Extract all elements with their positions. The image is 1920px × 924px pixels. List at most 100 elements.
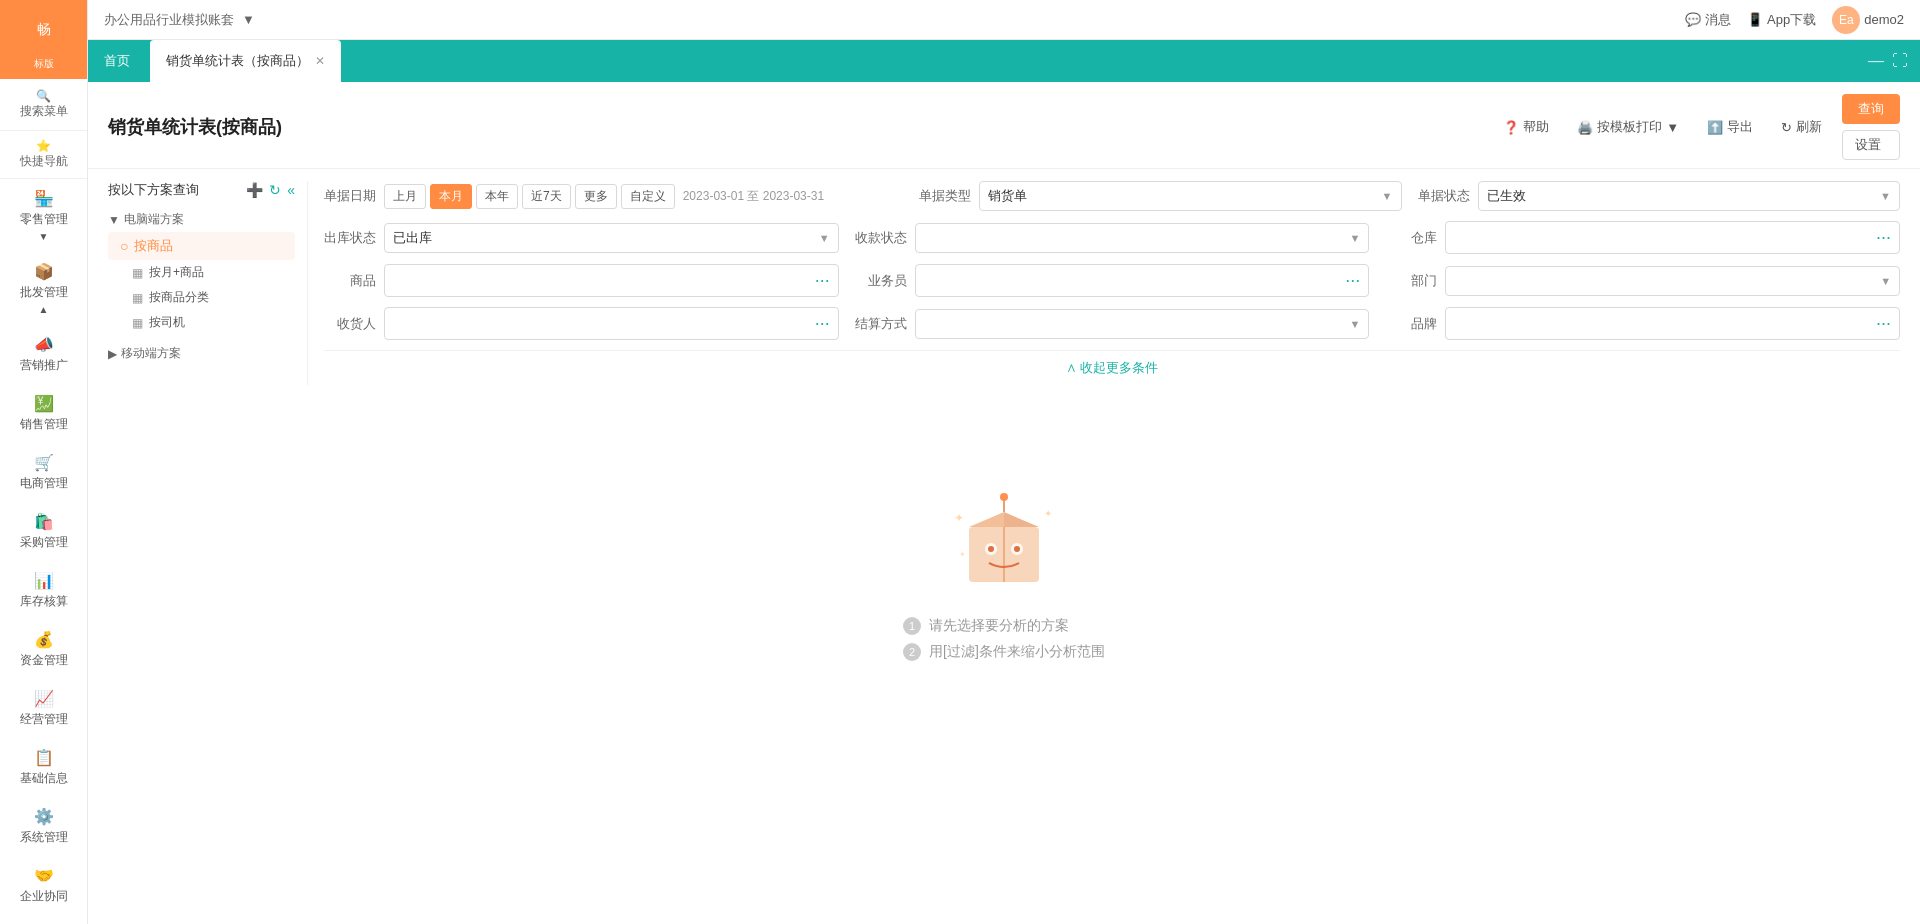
sidebar-item-sales[interactable]: 💹 销售管理	[16, 384, 72, 443]
sidebar-item-finance[interactable]: 💰 资金管理	[16, 620, 72, 679]
filter-layout: 按以下方案查询 ➕ ↻ « ▼ 电脑端方案	[108, 181, 1900, 385]
salesperson-more-icon[interactable]: ···	[1345, 270, 1360, 291]
sidebar-item-marketing[interactable]: 📣 营销推广	[16, 325, 72, 384]
svg-text:✦: ✦	[959, 550, 966, 559]
receiver-select[interactable]: ···	[384, 307, 839, 340]
doc-status-select[interactable]: 已生效 ▼	[1478, 181, 1901, 211]
settings-btn[interactable]: 设置	[1842, 130, 1900, 160]
query-btn[interactable]: 查询	[1842, 94, 1900, 124]
scheme-item-3[interactable]: ▦ 按司机	[108, 310, 295, 335]
export-label: 导出	[1727, 118, 1753, 136]
tab-close-icon[interactable]: ✕	[315, 54, 325, 68]
user-info[interactable]: Ea demo2	[1832, 6, 1904, 34]
collapse-more-btn[interactable]: ∧ 收起更多条件	[324, 350, 1900, 385]
filter-row-3: 商品 ··· 业务员 ···	[324, 264, 1900, 297]
date-label: 单据日期	[324, 187, 384, 205]
sidebar-logo[interactable]: 畅 标版	[0, 0, 87, 79]
avatar-text: Ea	[1839, 13, 1854, 27]
collect-status-label: 收款状态	[855, 229, 915, 247]
scheme-collapse-icon[interactable]: «	[287, 182, 295, 198]
warehouse-select[interactable]: ···	[1445, 221, 1900, 254]
scheme-add-icon[interactable]: ➕	[246, 182, 263, 198]
sidebar-menu: 🏪 零售管理 ▼ 📦 批发管理 ▲ 📣 营销推广 💹 销售管理 🛒 电商管理 🛍…	[16, 179, 72, 924]
scheme-refresh-icon[interactable]: ↻	[269, 182, 281, 198]
settlement-field: 结算方式 ▼	[855, 309, 1370, 339]
svg-text:✦: ✦	[1044, 508, 1052, 519]
doc-type-select[interactable]: 销货单 ▼	[979, 181, 1402, 211]
sidebar-item-purchase[interactable]: 🛍️ 采购管理	[16, 502, 72, 561]
message-label: 消息	[1705, 11, 1731, 29]
sidebar-item-inventory[interactable]: 📊 库存核算	[16, 561, 72, 620]
company-dropdown-icon[interactable]: ▼	[242, 12, 255, 27]
warehouse-more-icon[interactable]: ···	[1876, 227, 1891, 248]
out-status-select[interactable]: 已出库 ▼	[384, 223, 839, 253]
system-icon: ⚙️	[34, 807, 54, 826]
refresh-btn[interactable]: ↻ 刷新	[1773, 114, 1830, 140]
doc-type-chevron: ▼	[1382, 190, 1393, 202]
goods-more-icon[interactable]: ···	[815, 270, 830, 291]
sales-label: 销售管理	[20, 416, 68, 433]
help-btn[interactable]: ❓ 帮助	[1495, 114, 1557, 140]
doc-status-field: 单据状态 已生效 ▼	[1418, 181, 1901, 211]
scheme-header-actions: ➕ ↻ «	[246, 182, 295, 198]
wholesale-icon: 📦	[34, 262, 54, 281]
sidebar-item-cooperation[interactable]: 🤝 企业协同	[16, 856, 72, 915]
ecommerce-label: 电商管理	[20, 475, 68, 492]
retail-arrow: ▼	[39, 231, 49, 242]
svg-marker-4	[1004, 512, 1039, 527]
tab-sales-stat[interactable]: 销货单统计表（按商品） ✕	[150, 40, 341, 82]
company-name[interactable]: 办公用品行业模拟账套	[104, 11, 234, 29]
app-download-btn[interactable]: 📱 App下载	[1747, 11, 1816, 29]
action-buttons: 查询 设置	[1842, 94, 1900, 160]
inventory-label: 库存核算	[20, 593, 68, 610]
sidebar-item-operations[interactable]: 📈 经营管理	[16, 679, 72, 738]
collect-status-select[interactable]: ▼	[915, 223, 1370, 253]
department-select[interactable]: ▼	[1445, 266, 1900, 296]
out-status-label: 出库状态	[324, 229, 384, 247]
date-this-month-btn[interactable]: 本月	[430, 184, 472, 209]
department-field: 部门 ▼	[1385, 266, 1900, 296]
message-icon: 💬	[1685, 12, 1701, 27]
scheme-item-1[interactable]: ▦ 按月+商品	[108, 260, 295, 285]
sidebar-search[interactable]: 🔍 搜索菜单	[0, 79, 87, 131]
date-custom-btn[interactable]: 自定义	[621, 184, 675, 209]
wholesale-arrow: ▲	[39, 304, 49, 315]
svg-point-9	[1014, 546, 1020, 552]
message-btn[interactable]: 💬 消息	[1685, 11, 1731, 29]
receiver-more-icon[interactable]: ···	[815, 313, 830, 334]
date-last-month-btn[interactable]: 上月	[384, 184, 426, 209]
export-btn[interactable]: ⬆️ 导出	[1699, 114, 1761, 140]
logo-icon: 畅	[4, 8, 83, 55]
date-more-btn[interactable]: 更多	[575, 184, 617, 209]
date-last7-btn[interactable]: 近7天	[522, 184, 571, 209]
nav-label: 快捷导航	[0, 153, 87, 170]
goods-select[interactable]: ···	[384, 264, 839, 297]
pc-group-title[interactable]: ▼ 电脑端方案	[108, 207, 295, 232]
sidebar-item-basic[interactable]: 📋 基础信息	[16, 738, 72, 797]
operations-label: 经营管理	[20, 711, 68, 728]
mobile-group-title[interactable]: ▶ 移动端方案	[108, 341, 295, 366]
template-print-btn[interactable]: 🖨️ 按模板打印 ▼	[1569, 114, 1687, 140]
brand-more-icon[interactable]: ···	[1876, 313, 1891, 334]
page-container: 销货单统计表(按商品) ❓ 帮助 🖨️ 按模板打印 ▼ ⬆️ 导出	[88, 82, 1920, 924]
cooperation-icon: 🤝	[34, 866, 54, 885]
warehouse-field: 仓库 ···	[1385, 221, 1900, 254]
scheme-item-2[interactable]: ▦ 按商品分类	[108, 285, 295, 310]
tab-bar: 首页 销货单统计表（按商品） ✕ — ⛶	[88, 40, 1920, 82]
sidebar-item-system[interactable]: ⚙️ 系统管理	[16, 797, 72, 856]
sidebar-item-ecommerce[interactable]: 🛒 电商管理	[16, 443, 72, 502]
brand-select[interactable]: ···	[1445, 307, 1900, 340]
scheme-item-0[interactable]: ○ 按商品	[108, 232, 295, 260]
sidebar-item-newguide[interactable]: 🎓 新手引导	[16, 915, 72, 924]
tab-minimize-icon[interactable]: —	[1868, 52, 1884, 70]
tab-home[interactable]: 首页	[88, 40, 146, 82]
brand-field: 品牌 ···	[1385, 307, 1900, 340]
date-this-year-btn[interactable]: 本年	[476, 184, 518, 209]
salesperson-select[interactable]: ···	[915, 264, 1370, 297]
print-dropdown-icon: ▼	[1666, 120, 1679, 135]
sidebar-quick-nav[interactable]: ⭐ 快捷导航	[0, 131, 87, 179]
sidebar-item-wholesale[interactable]: 📦 批发管理 ▲	[16, 252, 72, 325]
sidebar-item-retail[interactable]: 🏪 零售管理 ▼	[16, 179, 72, 252]
settlement-select[interactable]: ▼	[915, 309, 1370, 339]
tab-fullscreen-icon[interactable]: ⛶	[1892, 52, 1908, 70]
